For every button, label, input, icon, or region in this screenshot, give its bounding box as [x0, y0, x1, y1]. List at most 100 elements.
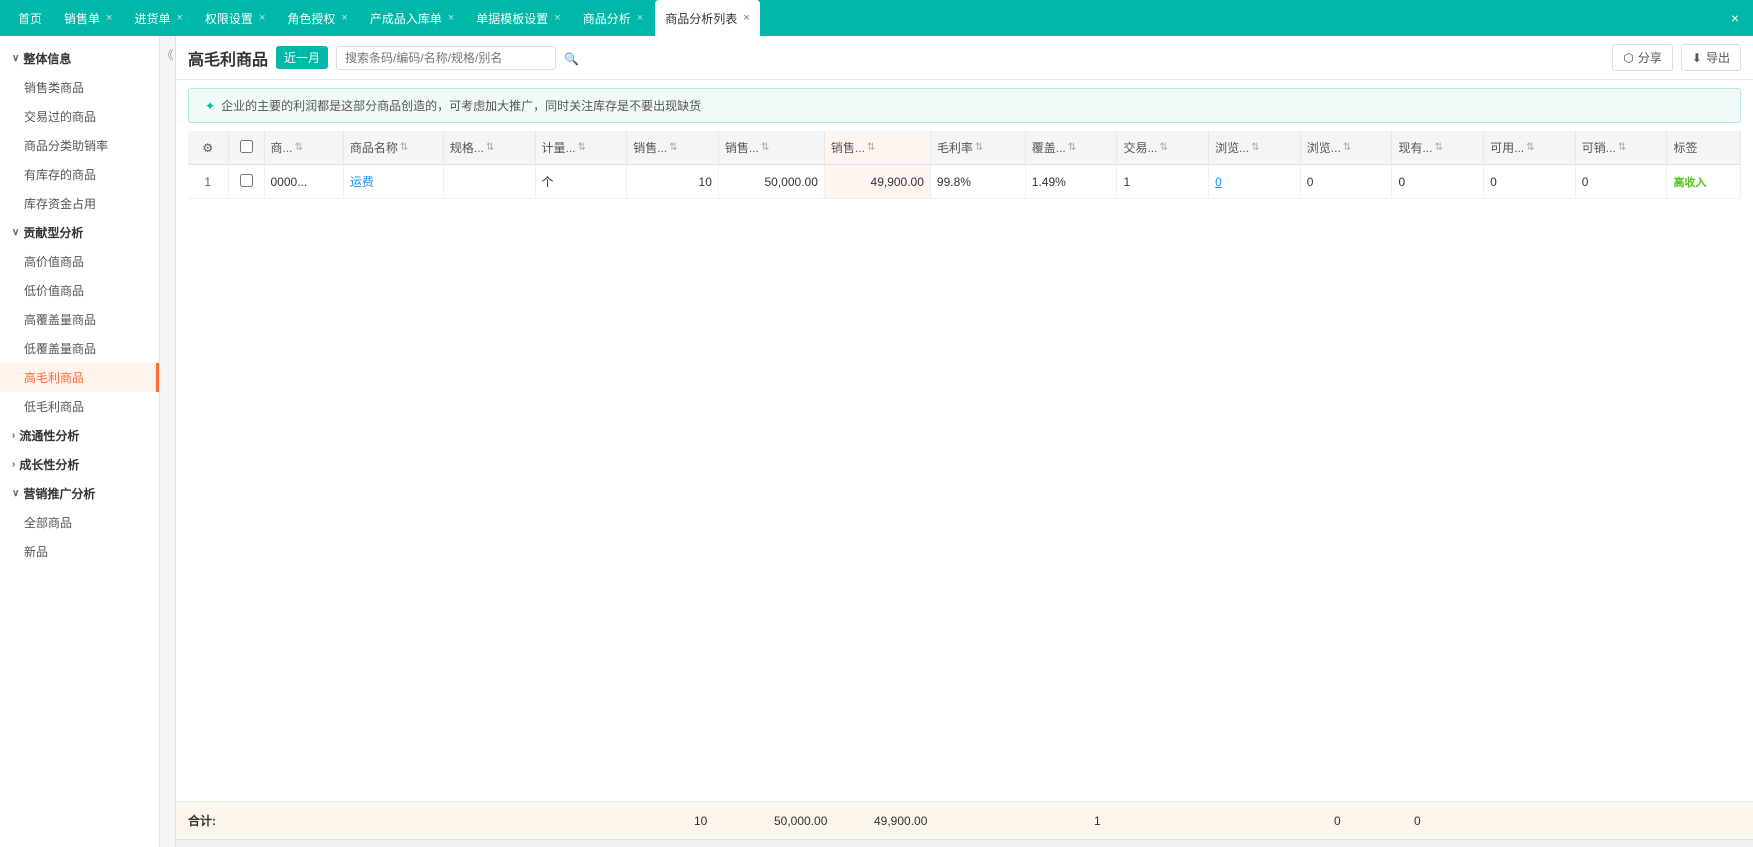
nav-product-analysis[interactable]: 商品分析 × [573, 0, 653, 36]
select-all-checkbox[interactable] [240, 140, 253, 153]
th-name[interactable]: 商品名称⇅ [343, 131, 443, 165]
sidebar-item-new-goods[interactable]: 新品 [0, 537, 159, 566]
sidebar-group-overview[interactable]: ∨ 整体信息 [0, 44, 159, 73]
nav-close-sales[interactable]: × [106, 12, 112, 24]
nav-role[interactable]: 角色授权 × [277, 0, 357, 36]
sidebar-item-low-margin[interactable]: 低毛利商品 [0, 392, 159, 421]
nav-close-product-analysis[interactable]: × [637, 12, 643, 24]
row-name[interactable]: 运费 [343, 165, 443, 199]
nav-product-analysis-list[interactable]: 商品分析列表 × [655, 0, 759, 36]
sidebar-item-low-coverage[interactable]: 低覆盖量商品 [0, 334, 159, 363]
nav-product-in[interactable]: 产成品入库单 × [360, 0, 464, 36]
th-unit[interactable]: 计量...⇅ [535, 131, 627, 165]
row-gross-margin: 99.8% [930, 165, 1025, 199]
th-tag[interactable]: 标签 [1667, 131, 1741, 165]
footer-sales-profit: 49,900.00 [868, 814, 968, 828]
nav-close-purchase[interactable]: × [176, 12, 182, 24]
th-view1[interactable]: 浏览...⇅ [1209, 131, 1301, 165]
th-sales-amount[interactable]: 销售...⇅ [718, 131, 824, 165]
share-icon: ⬡ [1623, 51, 1633, 65]
row-saleable-stock: 0 [1575, 165, 1667, 199]
search-icon: 🔍 [564, 52, 579, 66]
row-current-stock: 0 [1392, 165, 1484, 199]
table-wrapper[interactable]: ⚙ 商...⇅ 商品名称⇅ 规格...⇅ [176, 131, 1753, 801]
nav-window-close[interactable]: × [1725, 10, 1745, 26]
footer-total: 合计: 10 50,000.00 49,900.00 1 0 0 [176, 801, 1753, 839]
sidebar-item-high-coverage[interactable]: 高覆盖量商品 [0, 305, 159, 334]
scrollbar-area[interactable] [176, 839, 1753, 847]
nav-template[interactable]: 单据模板设置 × [466, 0, 570, 36]
export-button[interactable]: ⬇ 导出 [1681, 44, 1741, 71]
row-available-stock: 0 [1484, 165, 1576, 199]
sidebar-item-high-value[interactable]: 高价值商品 [0, 247, 159, 276]
search-input[interactable] [336, 46, 556, 70]
content-area: 高毛利商品 近一月 🔍 ⬡ 分享 ⬇ 导出 ✦ 企业的主要的利润都是这部分商品创… [176, 36, 1753, 847]
sidebar-item-high-margin[interactable]: 高毛利商品 [0, 363, 159, 392]
row-sales-qty: 10 [627, 165, 719, 199]
th-view2[interactable]: 浏览...⇅ [1300, 131, 1392, 165]
row-coverage: 1.49% [1025, 165, 1117, 199]
table-header-row: ⚙ 商...⇅ 商品名称⇅ 规格...⇅ [188, 131, 1741, 165]
info-banner: ✦ 企业的主要的利润都是这部分商品创造的，可考虑加大推广，同时关注库存是不要出现… [188, 88, 1741, 123]
sidebar-item-stock-capital[interactable]: 库存资金占用 [0, 189, 159, 218]
chevron-down-icon-3: ∨ [12, 488, 19, 499]
share-button[interactable]: ⬡ 分享 [1612, 44, 1673, 71]
sidebar-collapse-btn[interactable]: 《 [160, 36, 176, 847]
chevron-down-icon-2: ∨ [12, 227, 19, 238]
th-current-stock[interactable]: 现有...⇅ [1392, 131, 1484, 165]
row-spec [443, 165, 535, 199]
sidebar-item-sales-goods[interactable]: 销售类商品 [0, 73, 159, 102]
footer-sales-amount: 50,000.00 [768, 814, 868, 828]
footer-label: 合计: [188, 812, 368, 829]
row-index: 1 [188, 165, 228, 199]
table-row: 1 0000... 运费 个 10 50,000.00 49,900.00 99… [188, 165, 1741, 199]
main-layout: ∨ 整体信息 销售类商品 交易过的商品 商品分类助销率 有库存的商品 库存资金占… [0, 36, 1753, 847]
chevron-right-icon-2: › [12, 459, 15, 470]
th-settings[interactable]: ⚙ [188, 131, 228, 165]
info-icon: ✦ [205, 99, 215, 113]
row-checkbox[interactable] [228, 165, 264, 199]
nav-close-product-analysis-list[interactable]: × [743, 12, 749, 24]
sidebar-item-traded-goods[interactable]: 交易过的商品 [0, 102, 159, 131]
nav-close-permission[interactable]: × [259, 12, 265, 24]
nav-home[interactable]: 首页 [8, 0, 52, 36]
th-checkbox [228, 131, 264, 165]
content-header: 高毛利商品 近一月 🔍 ⬡ 分享 ⬇ 导出 [176, 36, 1753, 80]
nav-close-template[interactable]: × [554, 12, 560, 24]
th-sales-profit[interactable]: 销售...⇅ [824, 131, 930, 165]
th-saleable-stock[interactable]: 可销...⇅ [1575, 131, 1667, 165]
row-unit: 个 [535, 165, 627, 199]
settings-icon[interactable]: ⚙ [202, 141, 213, 155]
sidebar-group-marketing[interactable]: ∨ 营销推广分析 [0, 479, 159, 508]
th-spec[interactable]: 规格...⇅ [443, 131, 535, 165]
th-trade[interactable]: 交易...⇅ [1117, 131, 1209, 165]
th-sales-qty[interactable]: 销售...⇅ [627, 131, 719, 165]
sidebar: ∨ 整体信息 销售类商品 交易过的商品 商品分类助销率 有库存的商品 库存资金占… [0, 36, 160, 847]
th-code[interactable]: 商...⇅ [264, 131, 343, 165]
period-button[interactable]: 近一月 [276, 46, 328, 69]
nav-close-product-in[interactable]: × [448, 12, 454, 24]
nav-close-role[interactable]: × [341, 12, 347, 24]
sidebar-item-low-value[interactable]: 低价值商品 [0, 276, 159, 305]
top-nav: 首页 销售单 × 进货单 × 权限设置 × 角色授权 × 产成品入库单 × 单据… [0, 0, 1753, 36]
table-body: 1 0000... 运费 个 10 50,000.00 49,900.00 99… [188, 165, 1741, 199]
nav-purchase[interactable]: 进货单 × [124, 0, 192, 36]
search-button[interactable]: 🔍 [564, 50, 579, 66]
row-sales-profit: 49,900.00 [824, 165, 930, 199]
row-code: 0000... [264, 165, 343, 199]
th-available-stock[interactable]: 可用...⇅ [1484, 131, 1576, 165]
sidebar-item-all-goods[interactable]: 全部商品 [0, 508, 159, 537]
sidebar-item-category-rate[interactable]: 商品分类助销率 [0, 131, 159, 160]
page-title: 高毛利商品 [188, 46, 268, 70]
sidebar-group-liquidity[interactable]: › 流通性分析 [0, 421, 159, 450]
th-coverage[interactable]: 覆盖...⇅ [1025, 131, 1117, 165]
sidebar-item-in-stock[interactable]: 有库存的商品 [0, 160, 159, 189]
nav-permission[interactable]: 权限设置 × [195, 0, 275, 36]
chevron-left-icon: 《 [161, 46, 173, 63]
th-gross-margin[interactable]: 毛利率⇅ [930, 131, 1025, 165]
row-view1[interactable]: 0 [1209, 165, 1301, 199]
nav-sales[interactable]: 销售单 × [54, 0, 122, 36]
sidebar-group-contribution[interactable]: ∨ 贡献型分析 [0, 218, 159, 247]
data-table: ⚙ 商...⇅ 商品名称⇅ 规格...⇅ [188, 131, 1741, 199]
sidebar-group-growth[interactable]: › 成长性分析 [0, 450, 159, 479]
